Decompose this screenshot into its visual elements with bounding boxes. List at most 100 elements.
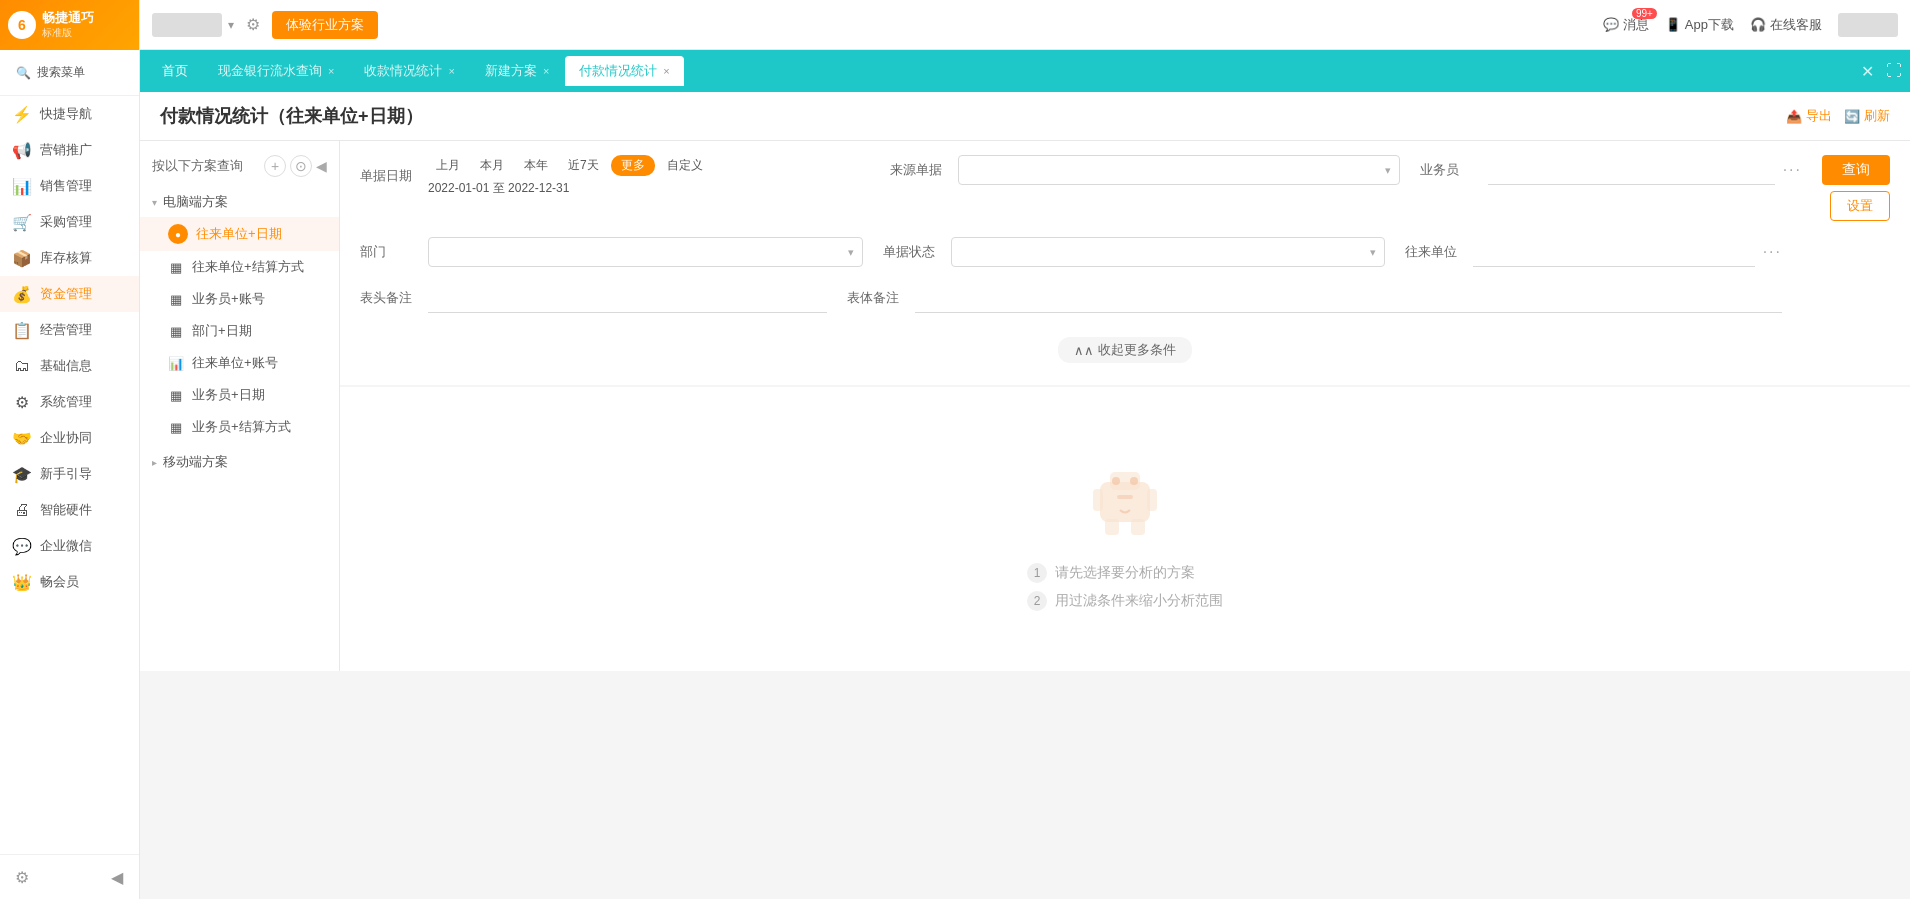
nav-label-enterprise: 企业协同: [40, 429, 92, 447]
header-remark-input[interactable]: [428, 283, 827, 313]
nav-icon-quick-nav: ⚡: [12, 104, 32, 124]
app-download-item[interactable]: 📱 App下载: [1665, 16, 1734, 34]
nav-tab-new-scheme[interactable]: 新建方案 ×: [471, 56, 563, 86]
date-option-3[interactable]: 近7天: [560, 155, 607, 176]
dept-label: 部门: [360, 243, 420, 261]
topbar: ▾ ⚙ 体验行业方案 💬 消息 99+ 📱 App下载 🎧 在线客服: [140, 0, 1910, 50]
scheme-item-partner-account[interactable]: 📊往来单位+账号: [140, 347, 339, 379]
scheme-item-staff-account[interactable]: ▦业务员+账号: [140, 283, 339, 315]
partner-input[interactable]: [1473, 237, 1755, 267]
svg-rect-7: [1105, 519, 1119, 535]
date-option-4[interactable]: 更多: [611, 155, 655, 176]
scheme-item-active-icon-partner-date: ●: [168, 224, 188, 244]
filter-settings-button[interactable]: 设置: [1830, 191, 1890, 221]
search-menu-label: 搜索菜单: [37, 64, 85, 81]
customer-service-item[interactable]: 🎧 在线客服: [1750, 16, 1822, 34]
notification-item[interactable]: 💬 消息 99+: [1603, 16, 1649, 34]
nav-tab-receipt-stats[interactable]: 收款情况统计×: [350, 56, 468, 86]
content-area: 按以下方案查询 + ⊙ ◀ ▾电脑端方案●往来单位+日期▦往来单位+结算方式▦业…: [140, 141, 1910, 671]
sidebar-header: 6 畅捷通巧 标准版: [0, 0, 139, 50]
dept-select[interactable]: ▾: [428, 237, 863, 267]
scheme-collapse-button[interactable]: ◀: [316, 158, 327, 174]
sidebar-item-guide[interactable]: 🎓新手引导: [0, 456, 139, 492]
sidebar-item-quick-nav[interactable]: ⚡快捷导航: [0, 96, 139, 132]
scheme-item-label-partner-settle: 往来单位+结算方式: [192, 258, 304, 276]
scheme-group-header-desktop[interactable]: ▾电脑端方案: [140, 187, 339, 217]
date-option-1[interactable]: 本月: [472, 155, 512, 176]
sidebar-item-inventory[interactable]: 📦库存核算: [0, 240, 139, 276]
partner-more-icon[interactable]: ···: [1763, 243, 1782, 261]
scheme-item-partner-date[interactable]: ●往来单位+日期: [140, 217, 339, 251]
scheme-panel: 按以下方案查询 + ⊙ ◀ ▾电脑端方案●往来单位+日期▦往来单位+结算方式▦业…: [140, 141, 340, 671]
nav-icon-capital: 💰: [12, 284, 32, 304]
partner-label: 往来单位: [1405, 243, 1465, 261]
scheme-add-button[interactable]: +: [264, 155, 286, 177]
tab-close-receipt-stats-icon[interactable]: ×: [448, 65, 454, 77]
nav-tab-payment-stats[interactable]: 付款情况统计×: [565, 56, 683, 86]
tab-close-bank-flow-icon[interactable]: ×: [328, 65, 334, 77]
scheme-item-partner-settle[interactable]: ▦ 往来单位+结算方式: [140, 251, 339, 283]
tab-close-new-scheme-icon[interactable]: ×: [543, 65, 549, 77]
tab-label-new-scheme: 新建方案: [485, 62, 537, 80]
scheme-item-label-staff-account: 业务员+账号: [192, 290, 265, 308]
sidebar-item-capital[interactable]: 💰资金管理: [0, 276, 139, 312]
footer-settings-icon[interactable]: ⚙: [8, 863, 36, 891]
staff-input[interactable]: [1488, 155, 1775, 185]
search-menu-item[interactable]: 🔍 搜索菜单: [8, 58, 131, 87]
sidebar-item-basic-info[interactable]: 🗂基础信息: [0, 348, 139, 384]
scheme-item-staff-settle[interactable]: ▦业务员+结算方式: [140, 411, 339, 443]
nav-icon-sales: 📊: [12, 176, 32, 196]
date-options: 上月本月本年近7天更多自定义: [428, 155, 711, 176]
tab-maximize-icon[interactable]: ⛶: [1886, 62, 1902, 80]
topbar-right: 💬 消息 99+ 📱 App下载 🎧 在线客服: [1603, 13, 1898, 37]
query-button[interactable]: 查询: [1822, 155, 1890, 185]
scheme-item-table-icon-partner-settle: ▦: [168, 259, 184, 275]
topbar-gear-icon[interactable]: ⚙: [246, 15, 260, 34]
date-option-0[interactable]: 上月: [428, 155, 468, 176]
sidebar-item-operations[interactable]: 📋经营管理: [0, 312, 139, 348]
sidebar-subtitle: 标准版: [42, 26, 94, 40]
footer-collapse-icon[interactable]: ◀: [103, 863, 131, 891]
scheme-item-dept-date[interactable]: ▦部门+日期: [140, 315, 339, 347]
filter-action-col: 查询 设置: [1822, 155, 1890, 221]
sidebar-item-smart-hw[interactable]: 🖨智能硬件: [0, 492, 139, 528]
collapse-button[interactable]: ∧∧ 收起更多条件: [1058, 337, 1192, 363]
nav-tab-home[interactable]: 首页: [148, 56, 202, 86]
scheme-item-staff-date[interactable]: ▦业务员+日期: [140, 379, 339, 411]
scheme-item-chart-icon-partner-account: 📊: [168, 355, 184, 371]
sidebar-item-sales[interactable]: 📊销售管理: [0, 168, 139, 204]
date-option-2[interactable]: 本年: [516, 155, 556, 176]
scheme-settings-button[interactable]: ⊙: [290, 155, 312, 177]
sidebar-item-enterprise[interactable]: 🤝企业协同: [0, 420, 139, 456]
sidebar-item-wechat[interactable]: 💬企业微信: [0, 528, 139, 564]
customer-service-label: 在线客服: [1770, 16, 1822, 34]
source-doc-select[interactable]: ▾: [958, 155, 1400, 185]
date-option-5[interactable]: 自定义: [659, 155, 711, 176]
refresh-action[interactable]: 🔄 刷新: [1844, 107, 1890, 125]
scheme-group-desktop: ▾电脑端方案●往来单位+日期 ▦ 往来单位+结算方式 ▦业务员+账号▦部门+日期📊往来…: [140, 187, 339, 443]
user-avatar[interactable]: [1838, 13, 1898, 37]
export-action[interactable]: 📤 导出: [1786, 107, 1832, 125]
tab-close-all-icon[interactable]: ✕: [1861, 62, 1874, 81]
tab-close-payment-stats-icon[interactable]: ×: [663, 65, 669, 77]
sidebar-item-purchase[interactable]: 🛒采购管理: [0, 204, 139, 240]
nav-icon-vip: 👑: [12, 572, 32, 592]
body-remark-input[interactable]: [915, 283, 1782, 313]
scheme-item-label-dept-date: 部门+日期: [192, 322, 252, 340]
doc-status-select[interactable]: ▾: [951, 237, 1386, 267]
nav-label-wechat: 企业微信: [40, 537, 92, 555]
sidebar-item-vip[interactable]: 👑畅会员: [0, 564, 139, 600]
sidebar-item-system[interactable]: ⚙系统管理: [0, 384, 139, 420]
profile-chevron-icon[interactable]: ▾: [228, 18, 234, 32]
nav-label-marketing: 营销推广: [40, 141, 92, 159]
doc-status-select-arrow-icon: ▾: [1370, 246, 1376, 259]
staff-more-icon[interactable]: ···: [1783, 161, 1802, 179]
trial-button[interactable]: 体验行业方案: [272, 11, 378, 39]
sidebar-item-marketing[interactable]: 📢营销推广: [0, 132, 139, 168]
partner-item: 往来单位 ···: [1405, 237, 1782, 267]
nav-icon-smart-hw: 🖨: [12, 500, 32, 520]
nav-tabs-right-actions: ✕ ⛶: [1861, 62, 1902, 81]
sidebar: 6 畅捷通巧 标准版 🔍 搜索菜单 ⚡快捷导航📢营销推广📊销售管理🛒采购管理📦库…: [0, 0, 140, 899]
nav-tab-bank-flow[interactable]: 现金银行流水查询×: [204, 56, 348, 86]
scheme-group-header-mobile[interactable]: ▸移动端方案: [140, 447, 339, 477]
